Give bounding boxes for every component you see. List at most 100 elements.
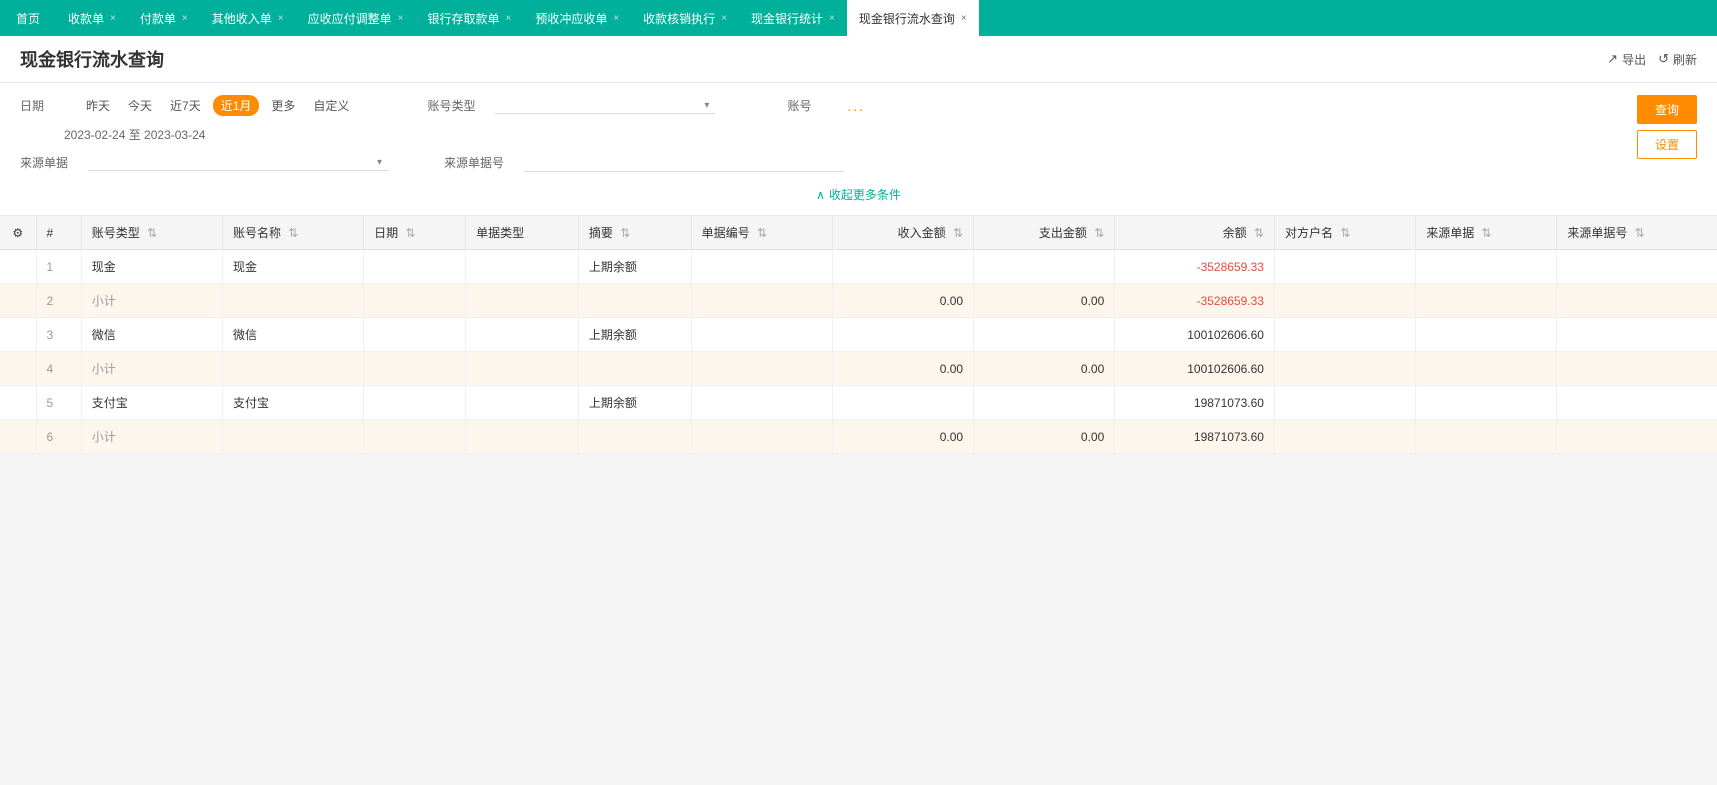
cell-balance: 19871073.60: [1115, 386, 1275, 420]
col-source-doc-no-label: 来源单据号: [1567, 226, 1627, 240]
nav-tab-label-0: 收款单: [68, 10, 104, 27]
cell-doc-type: [466, 420, 579, 454]
source-doc-no-input[interactable]: [528, 155, 840, 169]
cell-account-type: 支付宝: [81, 386, 222, 420]
nav-home[interactable]: 首页: [0, 0, 56, 36]
nav-tab-6[interactable]: 收款核销执行 ×: [631, 0, 739, 36]
close-icon-1[interactable]: ×: [182, 13, 188, 24]
cell-source-doc: [1416, 284, 1557, 318]
cell-account-type: 现金: [81, 250, 222, 284]
cell-source-doc-no: [1557, 284, 1717, 318]
nav-tab-label-2: 其他收入单: [212, 10, 272, 27]
cell-income: [832, 386, 973, 420]
col-date[interactable]: 日期 ⇅: [364, 216, 466, 250]
cell-balance: 19871073.60: [1115, 420, 1275, 454]
source-doc-no-label: 来源单据号: [444, 154, 504, 171]
nav-tab-label-8: 现金银行流水查询: [859, 10, 955, 27]
cell-expense: [974, 386, 1115, 420]
source-doc-select[interactable]: ▾: [88, 155, 388, 171]
cell-source-doc-no: [1557, 420, 1717, 454]
col-gear[interactable]: ⚙: [0, 216, 36, 250]
filter-area: 日期 昨天 今天 近7天 近1月 更多 自定义 账号类型 ▾ 账号: [0, 83, 1717, 216]
col-balance[interactable]: 余额 ⇅: [1115, 216, 1275, 250]
close-icon-8[interactable]: ×: [961, 13, 967, 24]
nav-tab-5[interactable]: 预收冲应收单 ×: [523, 0, 631, 36]
collapse-row[interactable]: ∧ 收起更多条件: [20, 186, 1697, 203]
cell-income: [832, 318, 973, 352]
cell-date: [364, 250, 466, 284]
table-body: 1 现金 现金 上期余额 -3528659.33 2 小计 0.00 0.00 …: [0, 250, 1717, 454]
col-source-doc[interactable]: 来源单据 ⇅: [1416, 216, 1557, 250]
export-icon: ↗: [1607, 51, 1618, 67]
col-summary[interactable]: 摘要 ⇅: [578, 216, 691, 250]
col-income[interactable]: 收入金额 ⇅: [832, 216, 973, 250]
cell-balance: 100102606.60: [1115, 318, 1275, 352]
nav-tab-8[interactable]: 现金银行流水查询 ×: [847, 0, 979, 36]
col-date-label: 日期: [374, 226, 398, 240]
nav-tab-2[interactable]: 其他收入单 ×: [200, 0, 296, 36]
close-icon-2[interactable]: ×: [278, 13, 284, 24]
export-label: 导出: [1622, 51, 1646, 68]
col-account-name[interactable]: 账号名称 ⇅: [222, 216, 363, 250]
button-actions: 查询 设置: [1637, 95, 1697, 159]
cell-account-name: [222, 420, 363, 454]
cell-account-name: [222, 352, 363, 386]
close-icon-3[interactable]: ×: [398, 13, 404, 24]
close-icon-4[interactable]: ×: [505, 13, 511, 24]
setting-button[interactable]: 设置: [1637, 130, 1697, 159]
account-label: 账号: [787, 97, 827, 114]
col-source-doc-no[interactable]: 来源单据号 ⇅: [1557, 216, 1717, 250]
cell-gear: [0, 318, 36, 352]
nav-tab-0[interactable]: 收款单 ×: [56, 0, 128, 36]
col-doc-no[interactable]: 单据编号 ⇅: [691, 216, 832, 250]
cell-doc-no: [691, 352, 832, 386]
col-counterpart[interactable]: 对方户名 ⇅: [1274, 216, 1415, 250]
col-income-label: 收入金额: [898, 226, 946, 240]
source-doc-label: 来源单据: [20, 154, 68, 171]
cell-date: [364, 352, 466, 386]
cell-account-name: 微信: [222, 318, 363, 352]
cell-num: 3: [36, 318, 81, 352]
query-button[interactable]: 查询: [1637, 95, 1697, 124]
cell-account-name: 支付宝: [222, 386, 363, 420]
date-btn-custom[interactable]: 自定义: [307, 95, 355, 116]
cell-source-doc: [1416, 250, 1557, 284]
nav-tab-7[interactable]: 现金银行统计 ×: [739, 0, 847, 36]
cell-gear: [0, 352, 36, 386]
nav-tab-3[interactable]: 应收应付调整单 ×: [296, 0, 416, 36]
col-account-type[interactable]: 账号类型 ⇅: [81, 216, 222, 250]
cell-num: 4: [36, 352, 81, 386]
nav-tab-label-1: 付款单: [140, 10, 176, 27]
date-btn-yesterday[interactable]: 昨天: [80, 95, 116, 116]
date-btn-7days[interactable]: 近7天: [164, 95, 207, 116]
account-more-button[interactable]: ...: [847, 98, 865, 114]
col-expense[interactable]: 支出金额 ⇅: [974, 216, 1115, 250]
cell-balance: -3528659.33: [1115, 250, 1275, 284]
date-btn-more[interactable]: 更多: [265, 95, 301, 116]
date-btn-1month[interactable]: 近1月: [213, 95, 260, 116]
gear-icon[interactable]: ⚙: [12, 226, 23, 240]
date-btn-today[interactable]: 今天: [122, 95, 158, 116]
close-icon-5[interactable]: ×: [613, 13, 619, 24]
cell-balance: -3528659.33: [1115, 284, 1275, 318]
cell-source-doc-no: [1557, 250, 1717, 284]
export-button[interactable]: ↗ 导出: [1607, 51, 1646, 68]
cell-income: 0.00: [832, 420, 973, 454]
nav-tab-4[interactable]: 银行存取款单 ×: [415, 0, 523, 36]
col-doc-type[interactable]: 单据类型: [466, 216, 579, 250]
cell-source-doc-no: [1557, 352, 1717, 386]
nav-tab-label-4: 银行存取款单: [427, 10, 499, 27]
nav-tab-1[interactable]: 付款单 ×: [128, 0, 200, 36]
cell-source-doc: [1416, 420, 1557, 454]
cell-date: [364, 318, 466, 352]
close-icon-7[interactable]: ×: [829, 13, 835, 24]
close-icon-0[interactable]: ×: [110, 13, 116, 24]
col-source-doc-label: 来源单据: [1426, 226, 1474, 240]
col-counterpart-label: 对方户名: [1285, 226, 1333, 240]
cell-num: 1: [36, 250, 81, 284]
account-type-select[interactable]: ▾: [495, 98, 715, 114]
cell-account-type: 小计: [81, 284, 222, 318]
cell-num: 2: [36, 284, 81, 318]
refresh-button[interactable]: ↺ 刷新: [1658, 51, 1697, 68]
close-icon-6[interactable]: ×: [721, 13, 727, 24]
